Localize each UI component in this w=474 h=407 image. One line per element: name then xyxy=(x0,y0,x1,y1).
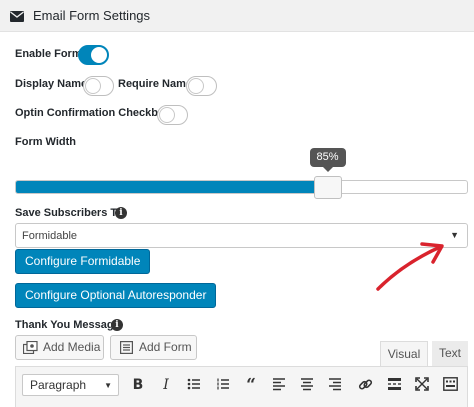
blockquote-icon[interactable]: “ xyxy=(242,376,260,394)
add-media-label: Add Media xyxy=(43,340,101,354)
configure-formidable-button[interactable]: Configure Formidable xyxy=(15,249,151,274)
bullet-list-icon[interactable] xyxy=(185,376,203,394)
require-name-toggle[interactable] xyxy=(186,76,217,96)
editor-toolbar: Paragraph ▼ B I “ xyxy=(15,366,468,407)
tab-text[interactable]: Text xyxy=(432,341,468,366)
select-value: Formidable xyxy=(22,230,78,242)
tab-visual[interactable]: Visual xyxy=(380,341,428,366)
fullscreen-icon[interactable] xyxy=(413,376,431,394)
add-media-button[interactable]: Add Media xyxy=(15,335,104,360)
format-select-value: Paragraph xyxy=(30,378,87,392)
slider-handle[interactable] xyxy=(313,176,342,199)
dropdown-caret-icon: ▼ xyxy=(450,230,459,240)
add-form-button[interactable]: Add Form xyxy=(110,335,197,360)
optin-toggle[interactable] xyxy=(157,105,188,125)
italic-icon[interactable]: I xyxy=(157,376,175,394)
form-width-label: Form Width xyxy=(15,136,76,148)
bold-icon[interactable]: B xyxy=(129,376,147,394)
save-subscribers-label: Save Subscribers To xyxy=(15,207,124,219)
info-icon[interactable]: i xyxy=(111,319,123,331)
align-left-icon[interactable] xyxy=(270,376,288,394)
toolbar-toggle-icon[interactable] xyxy=(441,376,459,394)
read-more-icon[interactable] xyxy=(385,376,403,394)
display-name-toggle[interactable] xyxy=(83,76,114,96)
form-width-slider[interactable] xyxy=(15,180,468,194)
align-right-icon[interactable] xyxy=(326,376,344,394)
panel-header: Email Form Settings xyxy=(0,0,474,32)
info-icon[interactable]: i xyxy=(115,207,127,219)
chevron-down-icon: ▼ xyxy=(104,381,112,390)
configure-autoresponder-button[interactable]: Configure Optional Autoresponder xyxy=(15,283,217,308)
require-name-label: Require Name xyxy=(118,78,192,90)
thank-you-label: Thank You Message xyxy=(15,319,120,331)
link-icon[interactable] xyxy=(356,376,374,394)
align-center-icon[interactable] xyxy=(298,376,316,394)
toggle-knob xyxy=(159,107,175,123)
enable-form-label: Enable Form xyxy=(15,48,82,60)
optin-label: Optin Confirmation Checkbox xyxy=(15,107,171,119)
display-name-label: Display Name xyxy=(15,78,88,90)
slider-fill xyxy=(16,181,329,193)
enable-form-toggle[interactable] xyxy=(78,45,109,65)
add-form-label: Add Form xyxy=(139,340,192,354)
slider-value-tooltip: 85% xyxy=(309,148,346,172)
toggle-knob xyxy=(91,47,107,63)
red-arrow-icon xyxy=(376,242,444,291)
form-icon xyxy=(120,341,133,354)
format-select[interactable]: Paragraph ▼ xyxy=(22,374,119,396)
panel-title: Email Form Settings xyxy=(33,8,151,23)
envelope-icon xyxy=(10,9,24,27)
toggle-knob xyxy=(188,78,204,94)
media-icon xyxy=(23,341,38,354)
toggle-knob xyxy=(85,78,101,94)
numbered-list-icon[interactable] xyxy=(214,376,232,394)
